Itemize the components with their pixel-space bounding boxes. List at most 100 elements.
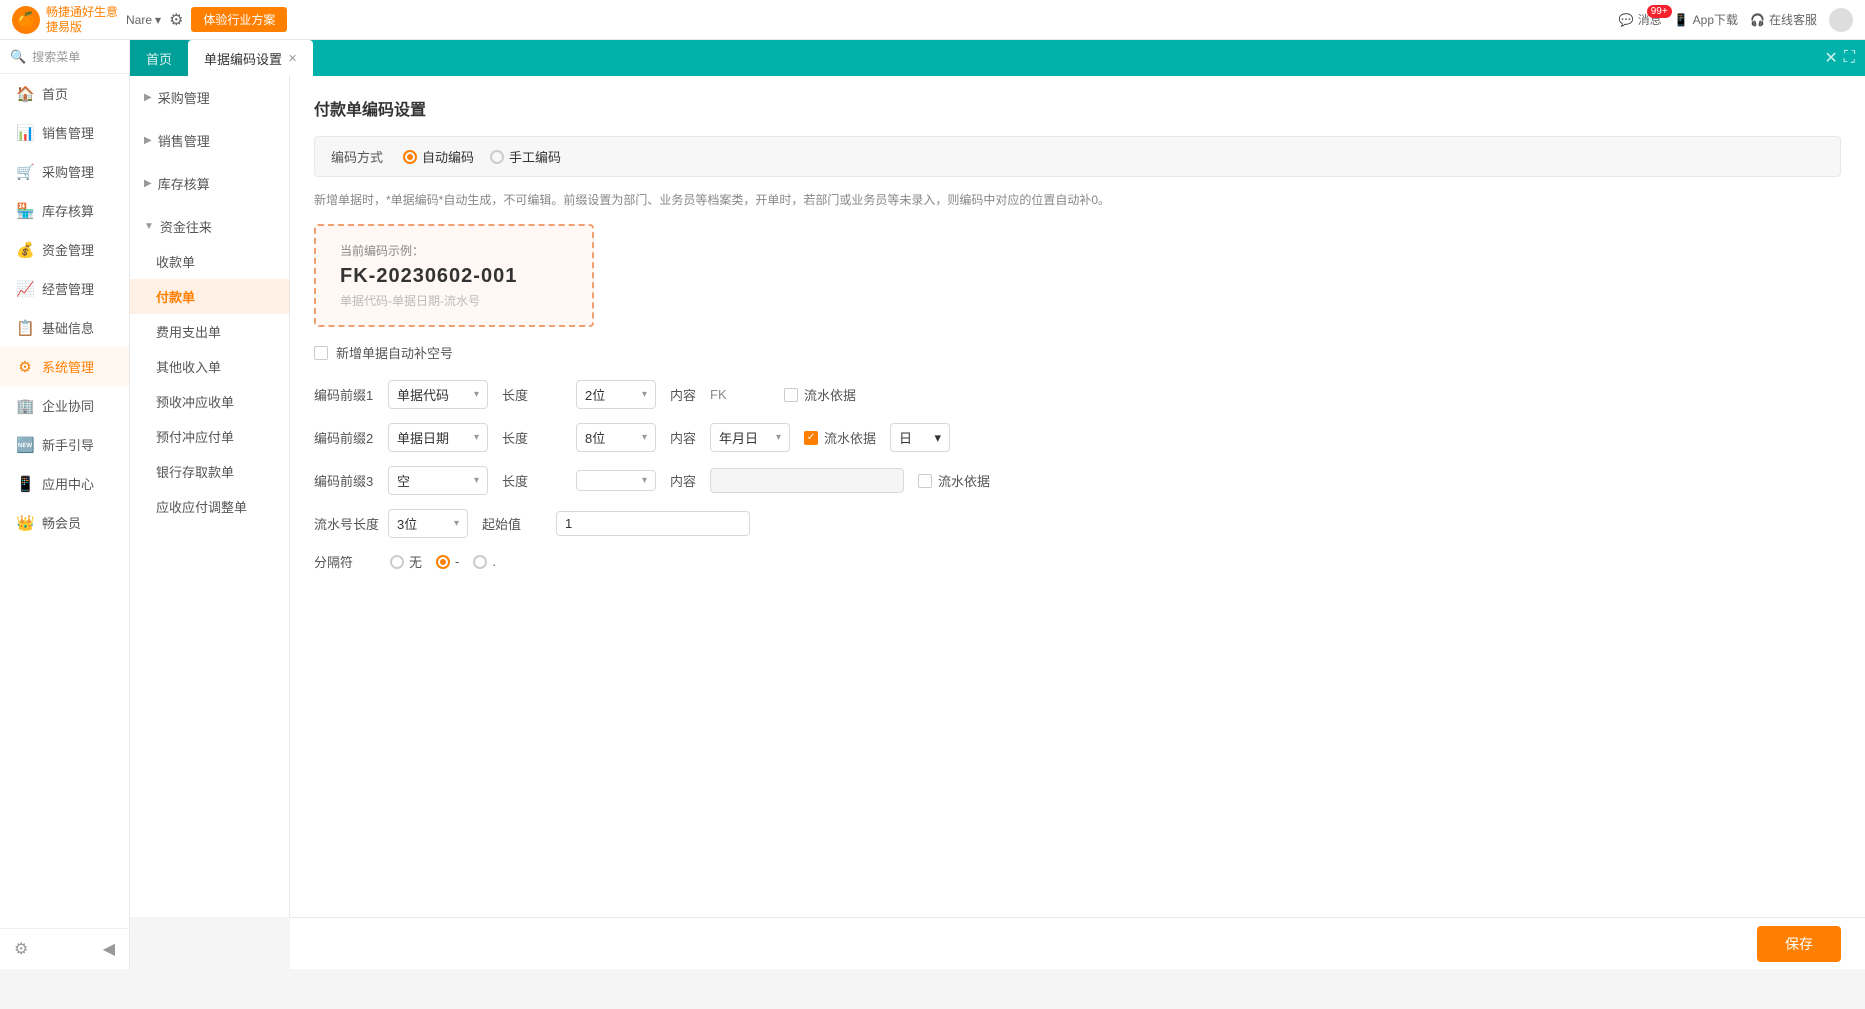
sidebar-item-guide[interactable]: 🆕 新手引导 xyxy=(0,425,129,464)
message-btn[interactable]: 💬 消息 99+ xyxy=(1619,11,1662,28)
sidebar-item-home[interactable]: 🏠 首页 xyxy=(0,74,129,113)
serial-length-label: 流水号长度 xyxy=(314,514,374,533)
content2-select[interactable]: 年月日 ▾ xyxy=(710,423,790,452)
auto-code-radio[interactable]: 自动编码 xyxy=(403,147,474,166)
auto-fill-label: 新增单据自动补空号 xyxy=(336,343,453,362)
prefix2-select[interactable]: 单据日期 ▾ xyxy=(388,423,488,452)
length2-select[interactable]: 8位 ▾ xyxy=(576,423,656,452)
prefix3-select[interactable]: 空 ▾ xyxy=(388,466,488,495)
chevron-right-icon: ▶ xyxy=(144,135,152,146)
serial1-checkbox[interactable] xyxy=(784,388,798,402)
tab-close-icon[interactable]: ✕ xyxy=(288,52,297,65)
content3-label: 内容 xyxy=(670,471,696,490)
menu-group-finance-title[interactable]: ▼ 资金往来 xyxy=(130,209,289,244)
length2-arrow: ▾ xyxy=(642,432,647,443)
sidebar-item-apps[interactable]: 📱 应用中心 xyxy=(0,464,129,503)
sales-icon: 📊 xyxy=(16,124,34,142)
menu-group-sales-title[interactable]: ▶ 销售管理 xyxy=(130,123,289,158)
save-button[interactable]: 保存 xyxy=(1757,926,1841,962)
enterprise-icon: 🏢 xyxy=(16,397,34,415)
menu-item-payment[interactable]: 付款单 xyxy=(130,279,289,314)
menu-group-purchase-title[interactable]: ▶ 采购管理 xyxy=(130,80,289,115)
chevron-down-icon: ▼ xyxy=(144,221,154,232)
content3-input[interactable] xyxy=(710,468,904,493)
left-panel: ▶ 采购管理 ▶ 销售管理 ▶ 库存核算 ▼ 资金往来 收款单 付款单 费用支出… xyxy=(130,76,290,917)
company-dropdown[interactable]: Nare ▾ xyxy=(126,13,161,27)
basic-icon: 📋 xyxy=(16,319,34,337)
sep-dash-label: - xyxy=(455,554,459,569)
preview-label: 当前编码示例： xyxy=(340,242,568,259)
length1-label: 长度 xyxy=(502,385,562,404)
sidebar-item-sales[interactable]: 📊 销售管理 xyxy=(0,113,129,152)
chevron-right-icon: ▶ xyxy=(144,178,152,189)
guide-icon: 🆕 xyxy=(16,436,34,454)
prefix3-row: 编码前缀3 空 ▾ 长度 ▾ 内容 流水依据 xyxy=(314,466,1841,495)
length1-arrow: ▾ xyxy=(642,389,647,400)
serial2-checkbox[interactable]: ✓ xyxy=(804,431,818,445)
prefix1-select[interactable]: 单据代码 ▾ xyxy=(388,380,488,409)
tab-home[interactable]: 首页 xyxy=(130,40,188,76)
bottom-bar: 保存 xyxy=(290,917,1865,969)
sep-dot-radio[interactable]: . xyxy=(473,554,496,569)
trial-button[interactable]: 体验行业方案 xyxy=(191,7,287,32)
auto-fill-checkbox[interactable] xyxy=(314,346,328,360)
sidebar-item-basic[interactable]: 📋 基础信息 xyxy=(0,308,129,347)
menu-item-bank-deposit[interactable]: 银行存取款单 xyxy=(130,454,289,489)
menu-item-ap-adjust[interactable]: 应收应付调整单 xyxy=(130,489,289,524)
sidebar-item-label: 经营管理 xyxy=(42,279,94,298)
sidebar-search[interactable]: 🔍 搜索菜单 xyxy=(0,40,129,74)
length3-select[interactable]: ▾ xyxy=(576,470,656,491)
serial2-period-arrow: ▾ xyxy=(935,430,942,446)
sidebar-item-enterprise[interactable]: 🏢 企业协同 xyxy=(0,386,129,425)
sidebar-item-member[interactable]: 👑 畅会员 xyxy=(0,503,129,542)
tab-fullscreen-icon[interactable]: ⛶ xyxy=(1844,49,1855,67)
serial1-label: 流水依据 xyxy=(804,385,856,404)
length1-select[interactable]: 2位 ▾ xyxy=(576,380,656,409)
sidebar-collapse-icon[interactable]: ◀ xyxy=(103,939,115,959)
serial-length-select[interactable]: 3位 ▾ xyxy=(388,509,468,538)
menu-group-inventory-title[interactable]: ▶ 库存核算 xyxy=(130,166,289,201)
sidebar-item-system[interactable]: ⚙ 系统管理 xyxy=(0,347,129,386)
sidebar-item-finance[interactable]: 💰 资金管理 xyxy=(0,230,129,269)
auto-code-radio-circle xyxy=(403,150,417,164)
menu-item-receipt[interactable]: 收款单 xyxy=(130,244,289,279)
prefix2-arrow: ▾ xyxy=(474,432,479,443)
sidebar-item-label: 销售管理 xyxy=(42,123,94,142)
sidebar-item-label: 畅会员 xyxy=(42,513,81,532)
tab-minimize-icon[interactable]: ✕ xyxy=(1824,48,1837,68)
serial1-checkbox-group: 流水依据 xyxy=(784,385,856,404)
length1-value: 2位 xyxy=(585,385,605,404)
sep-none-radio[interactable]: 无 xyxy=(390,552,422,571)
menu-item-prepay-pay[interactable]: 预付冲应付单 xyxy=(130,419,289,454)
app-download-btn[interactable]: 📱 App下载 xyxy=(1674,11,1738,28)
sidebar-item-inventory[interactable]: 🏪 库存核算 xyxy=(0,191,129,230)
content-with-left-panel: 付款单编码设置 编码方式 自动编码 手工编码 xyxy=(130,76,1865,969)
manual-code-radio[interactable]: 手工编码 xyxy=(490,147,561,166)
sep-none-circle xyxy=(390,555,404,569)
menu-item-prepay-recv[interactable]: 预收冲应收单 xyxy=(130,384,289,419)
logo-text: 畅捷通好生意 捷易版 xyxy=(46,5,118,34)
tab-bar-right: ✕ ⛶ xyxy=(1824,48,1865,68)
menu-item-other-income[interactable]: 其他收入单 xyxy=(130,349,289,384)
sep-dash-radio[interactable]: - xyxy=(436,554,459,569)
tab-encoding[interactable]: 单据编码设置 ✕ xyxy=(188,40,313,76)
serial3-label: 流水依据 xyxy=(938,471,990,490)
tab-bar: 首页 单据编码设置 ✕ ✕ ⛶ xyxy=(130,40,1865,76)
menu-group-finance: ▼ 资金往来 收款单 付款单 费用支出单 其他收入单 预收冲应收单 预付冲应付单… xyxy=(130,205,289,528)
serial3-checkbox[interactable] xyxy=(918,474,932,488)
sidebar-item-operation[interactable]: 📈 经营管理 xyxy=(0,269,129,308)
sidebar-item-purchase[interactable]: 🛒 采购管理 xyxy=(0,152,129,191)
sidebar-settings-icon[interactable]: ⚙ xyxy=(14,939,28,959)
settings-icon[interactable]: ⚙ xyxy=(169,10,183,30)
serial2-period-select[interactable]: 日 ▾ xyxy=(890,423,950,452)
online-service-btn[interactable]: 🎧 在线客服 xyxy=(1750,11,1817,28)
sidebar: 🔍 搜索菜单 🏠 首页 📊 销售管理 🛒 采购管理 🏪 库存核算 💰 xyxy=(0,40,130,969)
menu-group-sales: ▶ 销售管理 xyxy=(130,119,289,162)
download-icon: 📱 xyxy=(1674,13,1689,27)
start-value-input[interactable] xyxy=(556,511,750,536)
menu-item-expense[interactable]: 费用支出单 xyxy=(130,314,289,349)
serial2-period-value: 日 xyxy=(899,428,912,447)
user-avatar[interactable] xyxy=(1829,8,1853,32)
prefix1-row: 编码前缀1 单据代码 ▾ 长度 2位 ▾ 内容 FK 流水依据 xyxy=(314,380,1841,409)
search-label: 搜索菜单 xyxy=(32,48,80,65)
